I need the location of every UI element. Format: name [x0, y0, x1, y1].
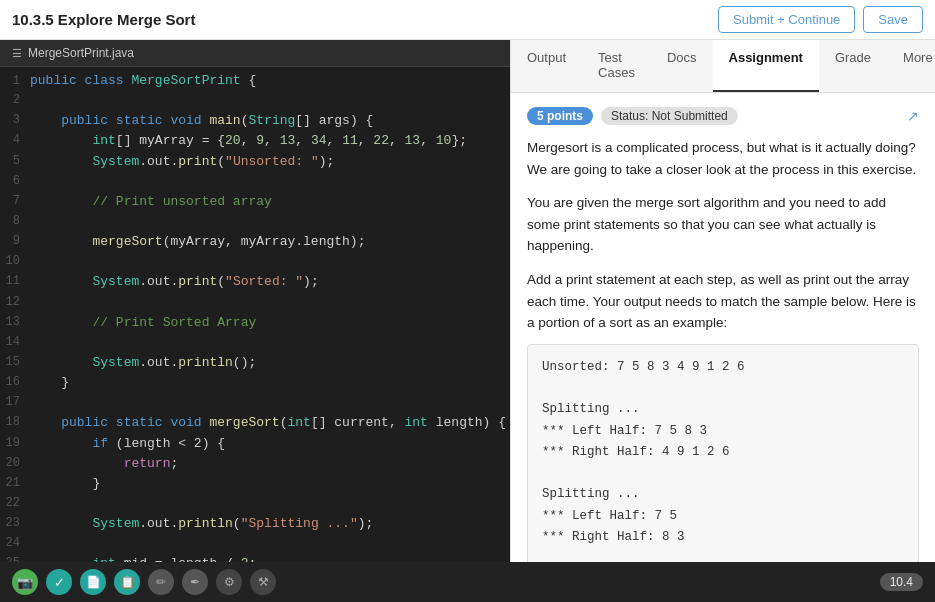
tab-more[interactable]: More [887, 40, 935, 92]
table-row: 24 [0, 534, 510, 554]
tabs-bar: Output Test Cases Docs Assignment Grade … [511, 40, 935, 93]
right-panel: Output Test Cases Docs Assignment Grade … [510, 40, 935, 562]
table-row: 10 [0, 252, 510, 272]
table-row: 4 int[] myArray = {20, 9, 13, 34, 11, 22… [0, 131, 510, 151]
table-row: 1 public class MergeSortPrint { [0, 71, 510, 91]
tab-docs[interactable]: Docs [651, 40, 713, 92]
check-icon[interactable]: ✓ [46, 569, 72, 595]
camera-icon[interactable]: 📷 [12, 569, 38, 595]
assignment-para-1: Mergesort is a complicated process, but … [527, 137, 919, 180]
version-badge: 10.4 [880, 573, 923, 591]
table-row: 5 System.out.print("Unsorted: "); [0, 152, 510, 172]
assignment-para-3: Add a print statement at each step, as w… [527, 269, 919, 334]
file-icon: ☰ [12, 47, 22, 60]
tab-grade[interactable]: Grade [819, 40, 887, 92]
table-row: 15 System.out.println(); [0, 353, 510, 373]
status-badge: Status: Not Submitted [601, 107, 738, 125]
meta-row: 5 points Status: Not Submitted ↗ [527, 107, 919, 125]
table-row: 22 [0, 494, 510, 514]
code-panel: ☰ MergeSortPrint.java 1 public class Mer… [0, 40, 510, 562]
table-row: 21 } [0, 474, 510, 494]
tab-assignment[interactable]: Assignment [713, 40, 819, 92]
page-title: 10.3.5 Explore Merge Sort [12, 11, 718, 28]
tab-output[interactable]: Output [511, 40, 582, 92]
pencil2-icon[interactable]: ✒ [182, 569, 208, 595]
table-row: 14 [0, 333, 510, 353]
table-row: 25 int mid = length / 2; [0, 554, 510, 562]
table-row: 19 if (length < 2) { [0, 434, 510, 454]
table-row: 9 mergeSort(myArray, myArray.length); [0, 232, 510, 252]
assignment-para-2: You are given the merge sort algorithm a… [527, 192, 919, 257]
table-row: 18 public static void mergeSort(int[] cu… [0, 413, 510, 433]
doc2-icon[interactable]: 📋 [114, 569, 140, 595]
points-badge: 5 points [527, 107, 593, 125]
table-row: 2 [0, 91, 510, 111]
table-row: 17 [0, 393, 510, 413]
table-row: 11 System.out.print("Sorted: "); [0, 272, 510, 292]
table-row: 23 System.out.println("Splitting ..."); [0, 514, 510, 534]
table-row: 3 public static void main(String[] args)… [0, 111, 510, 131]
table-row: 12 [0, 293, 510, 313]
table-row: 16 } [0, 373, 510, 393]
tool1-icon[interactable]: ⚙ [216, 569, 242, 595]
table-row: 13 // Print Sorted Array [0, 313, 510, 333]
submit-continue-button[interactable]: Submit + Continue [718, 6, 855, 33]
pencil-icon[interactable]: ✏ [148, 569, 174, 595]
bottom-toolbar: 📷 ✓ 📄 📋 ✏ ✒ ⚙ ⚒ 10.4 [0, 562, 935, 602]
external-link-icon[interactable]: ↗ [907, 108, 919, 124]
table-row: 8 [0, 212, 510, 232]
file-tab[interactable]: ☰ MergeSortPrint.java [0, 40, 510, 67]
doc-icon[interactable]: 📄 [80, 569, 106, 595]
tab-test-cases[interactable]: Test Cases [582, 40, 651, 92]
tool2-icon[interactable]: ⚒ [250, 569, 276, 595]
file-name: MergeSortPrint.java [28, 46, 134, 60]
assignment-content: 5 points Status: Not Submitted ↗ Mergeso… [511, 93, 935, 562]
table-row: 7 // Print unsorted array [0, 192, 510, 212]
table-row: 6 [0, 172, 510, 192]
code-area[interactable]: 1 public class MergeSortPrint { 2 3 publ… [0, 67, 510, 562]
code-example: Unsorted: 7 5 8 3 4 9 1 2 6 Splitting ..… [527, 344, 919, 562]
save-button[interactable]: Save [863, 6, 923, 33]
table-row: 20 return; [0, 454, 510, 474]
